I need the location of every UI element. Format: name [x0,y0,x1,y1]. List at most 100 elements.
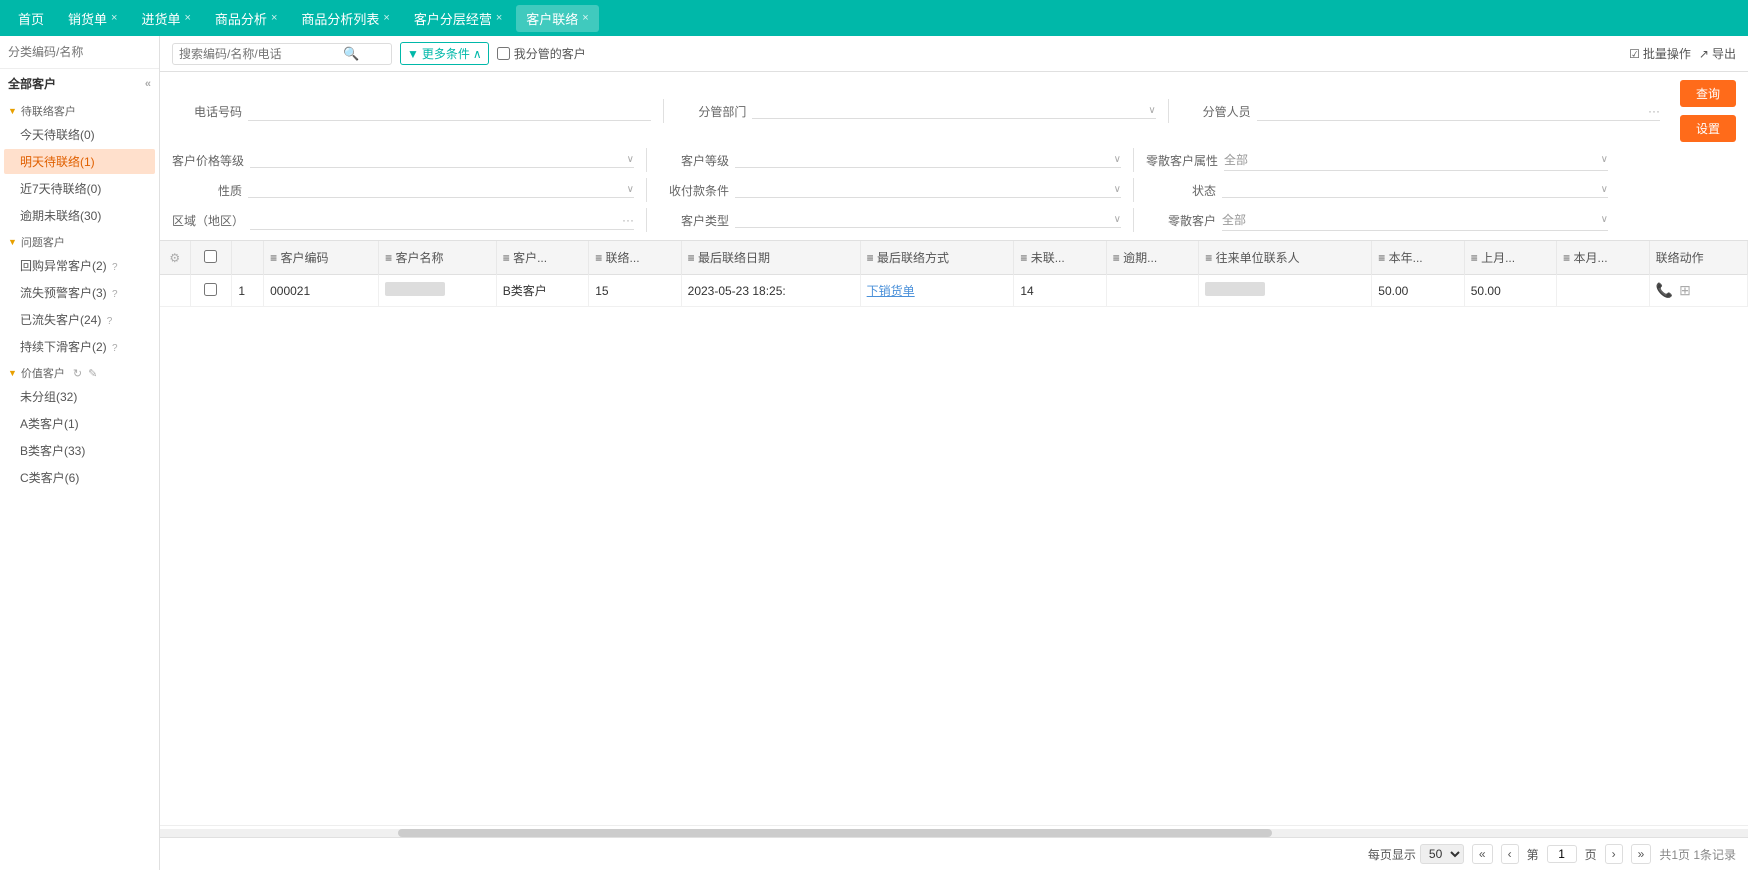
col-contact-sort: ≡ [595,251,602,265]
toolbar-search-input[interactable] [179,47,339,61]
sidebar-item-declining[interactable]: 持续下滑客户(2) ? [4,334,155,359]
nav-customer-contact-close[interactable]: × [582,12,588,24]
nav-analysis-list[interactable]: 商品分析列表 × [291,5,399,32]
col-last-month-sort: ≡ [1471,251,1478,265]
sidebar-all-customers[interactable]: 全部客户 « [0,69,159,98]
sidebar-item-a-class[interactable]: A类客户(1) [4,411,155,436]
col-this-month[interactable]: ≡ 本月... [1557,241,1649,275]
select-all-checkbox[interactable] [204,250,217,263]
horizontal-scrollbar[interactable] [160,825,1748,837]
sidebar-item-week[interactable]: 近7天待联络(0) [4,176,155,201]
col-last-date[interactable]: ≡ 最后联络日期 [681,241,860,275]
filter-retail-attr-select[interactable]: 全部 ∨ [1224,149,1608,171]
nav-purchase[interactable]: 进货单 × [131,5,200,32]
nav-analysis-list-close[interactable]: × [383,12,389,24]
col-gear[interactable]: ⚙ [160,241,190,275]
toolbar-search-button[interactable]: 🔍 [343,46,359,62]
col-code[interactable]: ≡ 客户编码 [264,241,379,275]
batch-operation-button[interactable]: ☑ 批量操作 [1629,45,1691,62]
nav-sales[interactable]: 销货单 × [58,5,127,32]
filter-payment-select[interactable]: ∨ [735,182,1121,198]
filter-nature-select[interactable]: ∨ [248,182,634,198]
nav-customer-tier-close[interactable]: × [496,12,502,24]
filter-person-select[interactable]: ··· [1257,102,1660,121]
nav-customer-tier[interactable]: 客户分层经营 × [404,5,512,32]
sidebar-item-today[interactable]: 今天待联络(0) [4,122,155,147]
filter-retail-select[interactable]: 全部 ∨ [1222,209,1608,231]
sidebar-item-churn[interactable]: 已流失客户(24) ? [4,307,155,332]
row-grid-icon[interactable]: ⊞ [1679,282,1691,299]
sidebar-item-tomorrow[interactable]: 明天待联络(1) [4,149,155,174]
edit-icon-value[interactable]: ✎ [88,367,97,380]
sidebar-item-overdue[interactable]: 逾期未联络(30) [4,203,155,228]
filter-cust-type-select[interactable]: ∨ [735,212,1121,228]
row-last-method-link[interactable]: 下销货单 [867,284,915,298]
col-name[interactable]: ≡ 客户名称 [379,241,497,275]
col-last-method[interactable]: ≡ 最后联络方式 [860,241,1014,275]
filter-cust-type-arrow: ∨ [1114,214,1121,225]
nav-customer-contact-label: 客户联络 [526,9,578,28]
toolbar: 🔍 ▼ 更多条件 ∧ 我分管的客户 ☑ 批量操作 ↗ 导出 [160,36,1748,72]
last-page-button[interactable]: » [1631,844,1652,864]
filter-region-dots[interactable]: ··· [622,213,634,227]
col-no-contact[interactable]: ≡ 未联... [1014,241,1106,275]
filter-cust-level-select[interactable]: ∨ [735,152,1121,168]
setting-button[interactable]: 设置 [1680,115,1736,142]
prev-page-button[interactable]: ‹ [1501,844,1519,864]
query-button[interactable]: 查询 [1680,80,1736,107]
filter-status-select[interactable]: ∨ [1222,182,1608,198]
col-type[interactable]: ≡ 客户... [496,241,588,275]
sidebar-collapse-icon: « [145,78,151,90]
export-button[interactable]: ↗ 导出 [1699,45,1736,62]
sidebar-search-input[interactable] [8,45,160,59]
row-name-blurred [385,282,445,296]
row-contact-cell: 15 [589,275,681,307]
filter-dept-select[interactable]: ∨ [752,103,1155,119]
filter-price-level-select[interactable]: ∨ [250,152,634,168]
nav-customer-contact[interactable]: 客户联络 × [516,5,598,32]
col-this-year-sort: ≡ [1378,251,1385,265]
sidebar-section-pending: ▼ 待联络客户 [0,98,159,121]
main-layout: 🔍 全部客户 « ▼ 待联络客户 今天待联络(0) 明天待联络(1) 近7天待联… [0,36,1748,870]
row-phone-icon[interactable]: 📞 [1656,282,1673,299]
scrollbar-thumb[interactable] [398,829,1271,837]
filter-cust-type-label: 客户类型 [659,212,729,229]
col-this-year[interactable]: ≡ 本年... [1372,241,1464,275]
col-overdue[interactable]: ≡ 逾期... [1106,241,1198,275]
page-size-select[interactable]: 50 [1420,844,1464,864]
filter-retail-arrow: ∨ [1601,214,1608,225]
sidebar-item-lost[interactable]: 流失预警客户(3) ? [4,280,155,305]
filter-phone-input[interactable] [248,102,651,121]
nav-analysis-close[interactable]: × [271,12,277,24]
sidebar-item-abnormal[interactable]: 回购异常客户(2) ? [4,253,155,278]
first-page-button[interactable]: « [1472,844,1493,864]
col-company-contact[interactable]: ≡ 往来单位联系人 [1199,241,1372,275]
row-checkbox-cell[interactable] [190,275,232,307]
col-checkbox[interactable] [190,241,232,275]
filter-region-select[interactable]: ··· [250,211,634,230]
nav-analysis[interactable]: 商品分析 × [205,5,287,32]
my-customers-checkbox[interactable] [497,47,510,60]
col-actions: 联络动作 [1649,241,1747,275]
refresh-icon-value[interactable]: ↻ [73,367,82,380]
nav-purchase-close[interactable]: × [184,12,190,24]
filter-nature: 性质 ∨ [172,182,634,199]
nav-sales-label: 销货单 [68,9,107,28]
next-page-button[interactable]: › [1605,844,1623,864]
filter-person-dots[interactable]: ··· [1648,104,1660,118]
filter-retail: 零散客户 全部 ∨ [1146,209,1608,231]
sidebar-item-ungrouped[interactable]: 未分组(32) [4,384,155,409]
help-icon-lost: ? [112,289,118,300]
sidebar-item-c-class[interactable]: C类客户(6) [4,465,155,490]
col-last-month[interactable]: ≡ 上月... [1464,241,1556,275]
help-icon-declining: ? [112,343,118,354]
page-input[interactable] [1547,845,1577,863]
more-filter-button[interactable]: ▼ 更多条件 ∧ [400,42,489,65]
nav-sales-close[interactable]: × [111,12,117,24]
sidebar-item-b-class[interactable]: B类客户(33) [4,438,155,463]
col-contact[interactable]: ≡ 联络... [589,241,681,275]
row-last-month-cell: 50.00 [1464,275,1556,307]
my-customers-checkbox-label[interactable]: 我分管的客户 [497,45,586,62]
nav-home[interactable]: 首页 [8,5,54,32]
row-checkbox[interactable] [204,283,217,296]
